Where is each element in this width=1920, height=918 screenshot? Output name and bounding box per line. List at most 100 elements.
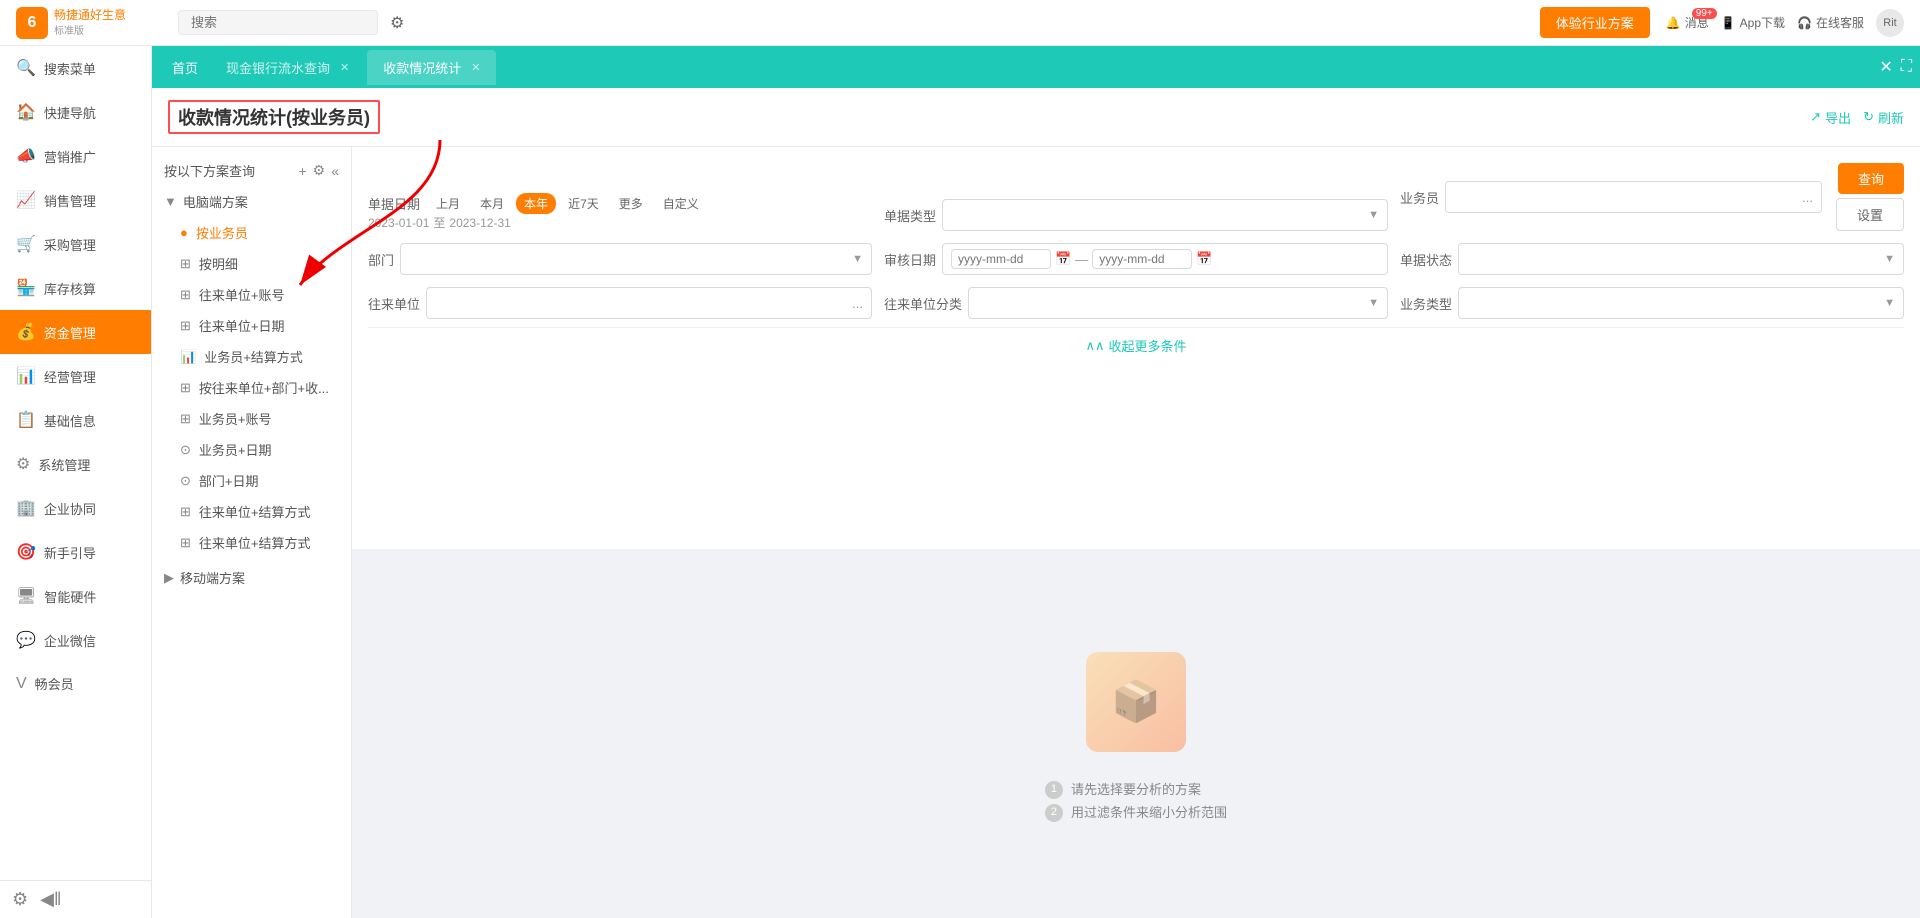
- review-date-from-input[interactable]: [951, 249, 1051, 269]
- salesperson-label: 业务员: [1400, 188, 1439, 207]
- sidebar-item-search[interactable]: 🔍 搜索菜单: [0, 46, 151, 90]
- sales-icon: 📈: [16, 190, 36, 210]
- sidebar-item-enterprise[interactable]: 🏢 企业协同: [0, 486, 151, 530]
- dept-select[interactable]: ▼: [400, 243, 872, 275]
- scheme-item-4-label: 业务员+结算方式: [204, 347, 303, 366]
- scheme-item-8[interactable]: ⊙ 部门+日期: [152, 465, 351, 496]
- review-date-to-input[interactable]: [1092, 249, 1192, 269]
- review-date-label: 审核日期: [884, 250, 936, 269]
- tab-home[interactable]: 首页: [160, 50, 210, 85]
- filter-settings-button[interactable]: 设置: [1836, 198, 1904, 231]
- logo-sub: 标准版: [54, 22, 126, 37]
- sidebar-item-quicknav[interactable]: 🏠 快捷导航: [0, 90, 151, 134]
- filter-record-type-group: 单据类型 ▼: [884, 199, 1388, 231]
- filter-panel: 单据日期 上月 本月 本年 近7天 更多 自定义: [352, 147, 1920, 549]
- tab-bank-flow[interactable]: 现金银行流水查询 ✕: [210, 50, 365, 85]
- date-tab-last-month[interactable]: 上月: [428, 193, 468, 214]
- collapse-more-conditions[interactable]: ∧∧ 收起更多条件: [368, 327, 1904, 363]
- online-service-button[interactable]: 🎧 在线客服: [1797, 14, 1864, 31]
- tab-window-expand-button[interactable]: ⛶: [1901, 58, 1912, 76]
- scheme-item-6-icon: ⊞: [180, 411, 191, 427]
- scheme-item-6[interactable]: ⊞ 业务员+账号: [152, 403, 351, 434]
- header-search-input[interactable]: [178, 10, 378, 35]
- sidebar-item-wechat[interactable]: 💬 企业微信: [0, 618, 151, 662]
- salesperson-select[interactable]: ...: [1445, 181, 1822, 213]
- tab-collection-stats-close[interactable]: ✕: [471, 61, 480, 74]
- step-1-text: 请先选择要分析的方案: [1071, 778, 1201, 801]
- query-button[interactable]: 查询: [1838, 163, 1904, 194]
- date-tab-this-year[interactable]: 本年: [516, 193, 556, 214]
- sidebar-item-baseinfo[interactable]: 📋 基础信息: [0, 398, 151, 442]
- partner-category-select[interactable]: ▼: [968, 287, 1388, 319]
- biz-type-select[interactable]: ▼: [1458, 287, 1904, 319]
- logo-area: 6 畅捷通好生意 标准版: [16, 7, 166, 39]
- date-tab-7days[interactable]: 近7天: [560, 193, 607, 214]
- user-avatar[interactable]: Rit: [1876, 9, 1904, 37]
- scheme-item-0[interactable]: ● 按业务员: [152, 217, 351, 248]
- app-layout: 🔍 搜索菜单 🏠 快捷导航 📣 营销推广 📈 销售管理 🛒 采购管理 🏪 库存核…: [0, 0, 1920, 918]
- date-tab-more[interactable]: 更多: [611, 193, 651, 214]
- refresh-button[interactable]: ↻ 刷新: [1863, 108, 1904, 127]
- top-header: 6 畅捷通好生意 标准版 ⚙ 体验行业方案 🔔 消息 99+ 📱 App下载 🎧: [0, 0, 1920, 46]
- biz-type-label: 业务类型: [1400, 294, 1452, 313]
- record-type-select[interactable]: ▼: [942, 199, 1388, 231]
- sidebar-item-finance-label: 资金管理: [44, 323, 96, 342]
- scheme-collapse-button[interactable]: «: [331, 162, 339, 179]
- date-tab-custom[interactable]: 自定义: [655, 193, 707, 214]
- review-date-cal-from[interactable]: 📅: [1055, 251, 1071, 267]
- page-header-actions: ↗ 导出 ↻ 刷新: [1810, 108, 1904, 127]
- sidebar-item-smarthw[interactable]: 🖥 智能硬件: [0, 574, 151, 618]
- trial-industry-button[interactable]: 体验行业方案: [1540, 7, 1650, 38]
- scheme-item-9[interactable]: ⊞ 往来单位+结算方式: [152, 496, 351, 527]
- filter-record-status-group: 单据状态 ▼: [1400, 243, 1904, 275]
- scheme-item-0-label: 按业务员: [196, 223, 248, 242]
- finance-icon: 💰: [16, 322, 36, 342]
- scheme-item-10[interactable]: ⊞ 往来单位+结算方式: [152, 527, 351, 558]
- scheme-item-0-icon: ●: [180, 225, 188, 240]
- scheme-item-7[interactable]: ⊙ 业务员+日期: [152, 434, 351, 465]
- scheme-item-6-label: 业务员+账号: [199, 409, 272, 428]
- filter-partner-category-group: 往来单位分类 ▼: [884, 287, 1388, 319]
- marketing-icon: 📣: [16, 146, 36, 166]
- scheme-item-5[interactable]: ⊞ 按往来单位+部门+收...: [152, 372, 351, 403]
- notifications-button[interactable]: 🔔 消息 99+: [1666, 14, 1709, 31]
- sidebar-item-search-label: 搜索菜单: [44, 59, 96, 78]
- tab-collection-stats[interactable]: 收款情况统计 ✕: [367, 50, 496, 85]
- sidebar-item-system[interactable]: ⚙ 系统管理: [0, 442, 151, 486]
- sidebar-item-sales[interactable]: 📈 销售管理: [0, 178, 151, 222]
- sidebar-item-member[interactable]: V 畅会员: [0, 662, 151, 705]
- sidebar-item-baseinfo-label: 基础信息: [44, 411, 96, 430]
- sidebar-collapse-button[interactable]: ◀‖: [40, 889, 61, 910]
- record-status-select[interactable]: ▼: [1458, 243, 1904, 275]
- step-2-text: 用过滤条件来缩小分析范围: [1071, 801, 1227, 824]
- tab-window-close-button[interactable]: ✕: [1879, 57, 1892, 77]
- partner-select[interactable]: ...: [426, 287, 872, 319]
- date-tab-this-month[interactable]: 本月: [472, 193, 512, 214]
- tab-bank-flow-close[interactable]: ✕: [340, 61, 349, 74]
- scheme-item-3-label: 往来单位+日期: [199, 316, 285, 335]
- sidebar-item-operations[interactable]: 📊 经营管理: [0, 354, 151, 398]
- scheme-item-5-icon: ⊞: [180, 380, 191, 396]
- scheme-item-4[interactable]: 📊 业务员+结算方式: [152, 341, 351, 372]
- scheme-group-mobile: ▶ 移动端方案: [152, 562, 351, 593]
- app-download-button[interactable]: 📱 App下载: [1721, 14, 1785, 31]
- export-button[interactable]: ↗ 导出: [1810, 108, 1851, 127]
- scheme-group-mobile-title[interactable]: ▶ 移动端方案: [152, 562, 351, 593]
- scheme-item-1[interactable]: ⊞ 按明细: [152, 248, 351, 279]
- sidebar-item-marketing[interactable]: 📣 营销推广: [0, 134, 151, 178]
- sidebar-item-inventory[interactable]: 🏪 库存核算: [0, 266, 151, 310]
- operations-icon: 📊: [16, 366, 36, 386]
- scheme-add-button[interactable]: +: [298, 162, 306, 179]
- scheme-group-desktop-title[interactable]: ▼ 电脑端方案: [152, 186, 351, 217]
- header-gear-button[interactable]: ⚙: [390, 13, 404, 33]
- sidebar-settings-button[interactable]: ⚙: [12, 889, 28, 910]
- scheme-settings-button[interactable]: ⚙: [313, 162, 326, 179]
- tab-bar-right: ✕ ⛶: [1879, 57, 1912, 77]
- date-sep: 至: [433, 214, 445, 231]
- sidebar-item-guide[interactable]: 🎯 新手引导: [0, 530, 151, 574]
- sidebar-item-finance[interactable]: 💰 资金管理: [0, 310, 151, 354]
- scheme-item-2[interactable]: ⊞ 往来单位+账号: [152, 279, 351, 310]
- sidebar-item-purchase[interactable]: 🛒 采购管理: [0, 222, 151, 266]
- scheme-item-3[interactable]: ⊞ 往来单位+日期: [152, 310, 351, 341]
- review-date-cal-to[interactable]: 📅: [1196, 251, 1212, 267]
